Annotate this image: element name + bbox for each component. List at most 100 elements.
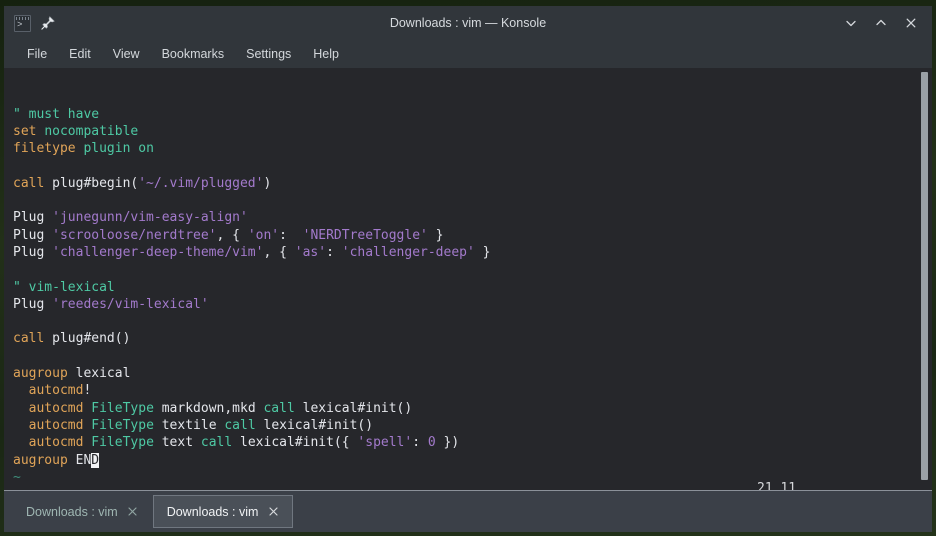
code-token: augroup <box>13 366 68 382</box>
menu-item-view[interactable]: View <box>102 43 151 65</box>
vim-editor-buffer[interactable]: " must have set nocompatible filetype plug… <box>4 68 917 490</box>
code-token: lexical <box>67 366 131 382</box>
code-token: '~/.vim/plugged' <box>138 175 264 191</box>
terminal-area[interactable]: " must have set nocompatible filetype plug… <box>4 68 932 490</box>
maximize-button[interactable] <box>873 16 888 31</box>
code-token: 'challenger-deep-theme/vim' <box>52 244 264 260</box>
code-token: } <box>474 244 491 260</box>
close-button[interactable] <box>903 16 918 31</box>
code-token: FileType <box>91 417 154 433</box>
code-token: : <box>412 435 428 451</box>
titlebar-left-icons <box>4 14 56 32</box>
editor-line: call plug#begin('~/.vim/plugged') <box>13 175 917 192</box>
code-token: ! <box>83 383 92 399</box>
code-token: Plug <box>13 210 45 226</box>
code-token: 'spell' <box>357 435 413 451</box>
menubar: File Edit View Bookmarks Settings Help <box>4 40 932 68</box>
terminal-tab-2[interactable]: Downloads : vim <box>152 495 294 528</box>
code-token: 'reedes/vim-lexical' <box>52 296 209 312</box>
code-token: Plug <box>13 244 45 260</box>
code-token: , { <box>263 244 295 260</box>
window-titlebar[interactable]: Downloads : vim — Konsole <box>4 6 932 40</box>
menu-item-edit[interactable]: Edit <box>58 43 102 65</box>
pin-icon[interactable] <box>40 15 56 31</box>
code-token: autocmd <box>28 435 84 451</box>
code-token: text <box>153 435 201 451</box>
window-controls <box>843 16 932 31</box>
editor-line: Plug 'junegunn/vim-easy-align' <box>13 209 917 226</box>
terminal-scrollbar[interactable] <box>917 68 932 490</box>
editor-line: autocmd FileType textile call lexical#in… <box>13 417 917 434</box>
code-token: call <box>13 331 45 347</box>
code-token: FileType <box>91 435 154 451</box>
code-token: nocompatible <box>44 123 139 139</box>
editor-line: augroup lexical <box>13 365 917 382</box>
code-token: lexical#init({ <box>232 435 358 451</box>
konsole-icon <box>14 14 31 32</box>
menu-item-file[interactable]: File <box>16 43 58 65</box>
editor-line: set nocompatible <box>13 123 917 140</box>
editor-line: call plug#end() <box>13 330 917 347</box>
minimize-button[interactable] <box>843 16 858 31</box>
tab-label: Downloads : vim <box>166 504 259 519</box>
konsole-tabbar: Downloads : vim Downloads : vim <box>4 490 932 532</box>
editor-line: filetype plugin on <box>13 140 917 157</box>
code-token: call <box>224 417 256 433</box>
tab-close-icon[interactable] <box>127 506 139 518</box>
code-token: call <box>200 435 233 451</box>
code-token: 0 <box>427 435 436 451</box>
code-token: 'as' <box>294 244 327 260</box>
menu-item-help[interactable]: Help <box>302 43 350 65</box>
code-token: autocmd <box>28 383 84 399</box>
tab-close-icon[interactable] <box>267 506 279 518</box>
code-token: }) <box>435 435 460 451</box>
editor-line: " vim-lexical <box>13 279 917 296</box>
code-token: autocmd <box>28 417 84 433</box>
code-token: 'challenger-deep' <box>341 244 475 260</box>
code-token: call <box>13 175 45 191</box>
code-token: " must have <box>13 106 100 122</box>
menu-item-settings[interactable]: Settings <box>235 43 302 65</box>
editor-line: Plug 'challenger-deep-theme/vim', { 'as'… <box>13 244 917 261</box>
code-token: 'junegunn/vim-easy-align' <box>52 210 248 226</box>
editor-line: autocmd FileType text call lexical#init(… <box>13 434 917 451</box>
code-token: markdown,mkd <box>153 400 264 416</box>
code-token: Plug <box>13 227 45 243</box>
konsole-window: Downloads : vim — Konsole FileEditViewBo… <box>4 6 932 532</box>
terminal-tab-1[interactable]: Downloads : vim <box>12 495 153 528</box>
editor-line: Plug 'scrooloose/nerdtree', { 'on': 'NER… <box>13 227 917 244</box>
code-token: call <box>263 400 295 416</box>
code-token: filetype <box>13 141 76 157</box>
code-token: lexical#init() <box>255 417 374 433</box>
window-title: Downloads : vim — Konsole <box>389 16 547 30</box>
code-token: plug#end() <box>44 331 131 347</box>
code-token: lexical#init() <box>294 400 413 416</box>
code-token: ) <box>263 175 272 191</box>
code-token: plugin on <box>83 141 154 157</box>
code-token: " vim-lexical <box>13 279 115 295</box>
vim-statusline: 21,11 All <box>13 463 895 490</box>
code-token: autocmd <box>28 400 84 416</box>
editor-line: autocmd! <box>13 382 917 399</box>
code-token: textile <box>153 417 225 433</box>
code-token: FileType <box>91 400 154 416</box>
code-token: Plug <box>13 296 45 312</box>
code-token: , { <box>216 227 248 243</box>
menu-item-bookmarks[interactable]: Bookmarks <box>151 43 236 65</box>
editor-line: autocmd FileType markdown,mkd call lexic… <box>13 400 917 417</box>
code-token: set <box>13 123 37 139</box>
scrollbar-thumb[interactable] <box>921 72 928 480</box>
code-token: : <box>326 244 342 260</box>
editor-line: " must have <box>13 106 917 123</box>
editor-line: Plug 'reedes/vim-lexical' <box>13 296 917 313</box>
